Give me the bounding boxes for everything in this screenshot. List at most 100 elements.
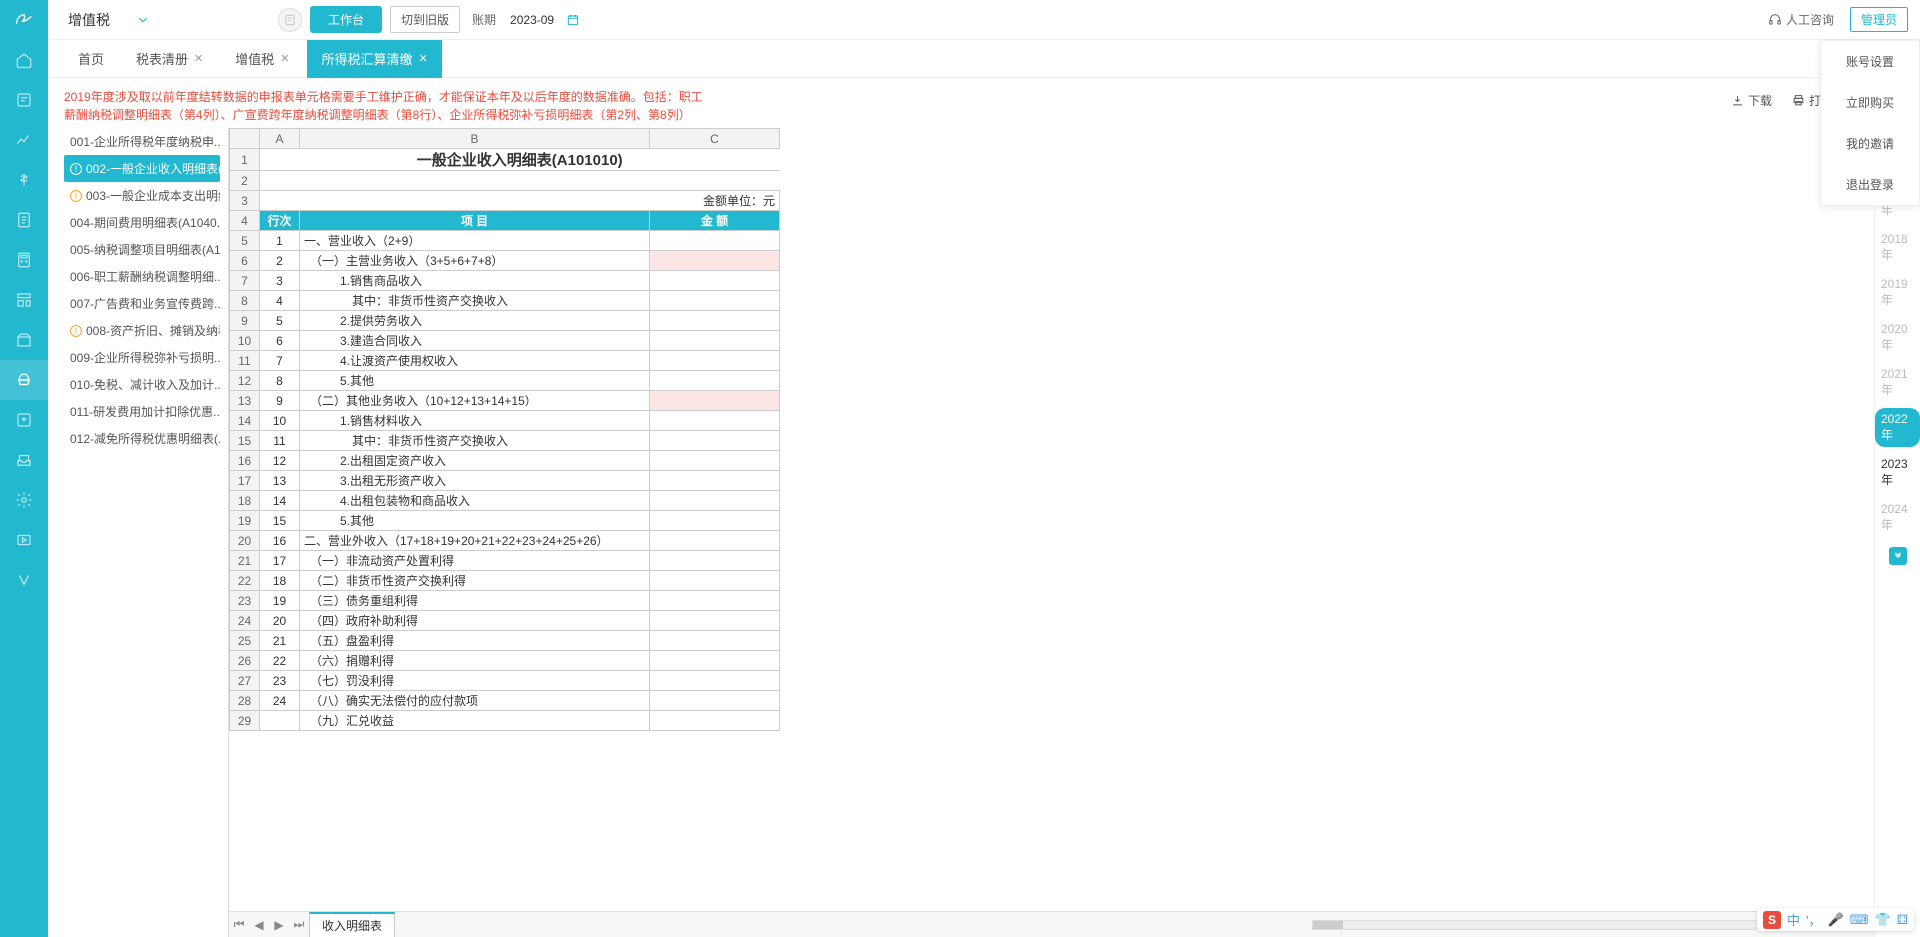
- line-number-cell[interactable]: 5: [260, 311, 300, 331]
- nav-inbox-icon[interactable]: [0, 440, 48, 480]
- year-item[interactable]: 2021年: [1875, 363, 1920, 402]
- sheet-nav-last-icon[interactable]: ⏭: [289, 917, 309, 932]
- row-header[interactable]: 5: [230, 231, 260, 251]
- line-number-cell[interactable]: 23: [260, 671, 300, 691]
- amount-cell[interactable]: [650, 691, 780, 711]
- consult-link[interactable]: 人工咨询: [1760, 7, 1842, 32]
- year-more-icon[interactable]: [1889, 547, 1907, 565]
- item-cell[interactable]: （九）汇兑收益: [300, 711, 650, 731]
- form-list-item[interactable]: 006-职工薪酬纳税调整明细...: [64, 263, 220, 290]
- item-cell[interactable]: （五）盘盈利得: [300, 631, 650, 651]
- item-cell[interactable]: （四）政府补助利得: [300, 611, 650, 631]
- amount-cell[interactable]: [650, 511, 780, 531]
- amount-cell[interactable]: [650, 651, 780, 671]
- row-header[interactable]: 27: [230, 671, 260, 691]
- ime-bar[interactable]: S 中 '， 🎤 ⌨ 👕 ⚃: [1757, 908, 1914, 931]
- item-cell[interactable]: （二）非货币性资产交换利得: [300, 571, 650, 591]
- row-header[interactable]: 13: [230, 391, 260, 411]
- row-header[interactable]: 14: [230, 411, 260, 431]
- nav-box-icon[interactable]: [0, 320, 48, 360]
- form-list-item[interactable]: !008-资产折旧、摊销及纳税...: [64, 317, 220, 344]
- form-list-item[interactable]: 010-免税、减计收入及加计...: [64, 371, 220, 398]
- form-list-item[interactable]: 011-研发费用加计扣除优惠...: [64, 398, 220, 425]
- nav-home-icon[interactable]: [0, 40, 48, 80]
- column-header[interactable]: C: [650, 129, 780, 149]
- admin-button[interactable]: 管理员: [1850, 7, 1908, 32]
- form-list-item[interactable]: 009-企业所得税弥补亏损明...: [64, 344, 220, 371]
- nav-ledger-icon[interactable]: [0, 80, 48, 120]
- amount-cell[interactable]: [650, 331, 780, 351]
- page-tab[interactable]: 税表清册✕: [122, 40, 217, 78]
- item-cell[interactable]: 5.其他: [300, 511, 650, 531]
- line-number-cell[interactable]: 4: [260, 291, 300, 311]
- admin-menu-item[interactable]: 账号设置: [1821, 41, 1919, 82]
- form-list-item[interactable]: 007-广告费和业务宣传费跨...: [64, 290, 220, 317]
- item-cell[interactable]: 3.建造合同收入: [300, 331, 650, 351]
- amount-cell[interactable]: [650, 531, 780, 551]
- year-item[interactable]: 2020年: [1875, 318, 1920, 357]
- nav-template-icon[interactable]: [0, 280, 48, 320]
- line-number-cell[interactable]: 16: [260, 531, 300, 551]
- line-number-cell[interactable]: 6: [260, 331, 300, 351]
- row-header[interactable]: 20: [230, 531, 260, 551]
- switch-old-button[interactable]: 切到旧版: [390, 6, 460, 33]
- item-cell[interactable]: 2.出租固定资产收入: [300, 451, 650, 471]
- row-header[interactable]: 17: [230, 471, 260, 491]
- row-header[interactable]: 11: [230, 351, 260, 371]
- row-header[interactable]: 15: [230, 431, 260, 451]
- amount-cell[interactable]: [650, 591, 780, 611]
- item-cell[interactable]: 3.出租无形资产收入: [300, 471, 650, 491]
- row-header[interactable]: 21: [230, 551, 260, 571]
- nav-doc-icon[interactable]: [0, 200, 48, 240]
- row-header[interactable]: 3: [230, 191, 260, 211]
- form-list-item[interactable]: 001-企业所得税年度纳税申...: [64, 128, 220, 155]
- year-item[interactable]: 2022年: [1875, 408, 1920, 447]
- sheet-nav-prev-icon[interactable]: ◀: [249, 918, 269, 932]
- line-number-cell[interactable]: 14: [260, 491, 300, 511]
- item-cell[interactable]: 其中：非货币性资产交换收入: [300, 431, 650, 451]
- year-item[interactable]: 2019年: [1875, 273, 1920, 312]
- amount-cell[interactable]: [650, 231, 780, 251]
- history-icon[interactable]: [278, 8, 302, 32]
- amount-cell[interactable]: [650, 711, 780, 731]
- amount-cell[interactable]: [650, 671, 780, 691]
- line-number-cell[interactable]: 1: [260, 231, 300, 251]
- row-header[interactable]: 22: [230, 571, 260, 591]
- item-cell[interactable]: （一）非流动资产处置利得: [300, 551, 650, 571]
- row-header[interactable]: 25: [230, 631, 260, 651]
- item-cell[interactable]: 一、营业收入（2+9）: [300, 231, 650, 251]
- nav-tax-icon[interactable]: [0, 360, 48, 400]
- item-cell[interactable]: （八）确实无法偿付的应付款项: [300, 691, 650, 711]
- item-cell[interactable]: （三）债务重组利得: [300, 591, 650, 611]
- row-header[interactable]: 6: [230, 251, 260, 271]
- item-cell[interactable]: 二、营业外收入（17+18+19+20+21+22+23+24+25+26）: [300, 531, 650, 551]
- line-number-cell[interactable]: 22: [260, 651, 300, 671]
- row-header[interactable]: 26: [230, 651, 260, 671]
- line-number-cell[interactable]: 13: [260, 471, 300, 491]
- close-icon[interactable]: ✕: [419, 52, 428, 65]
- form-list-item[interactable]: !002-一般企业收入明细表(A1...: [64, 155, 220, 182]
- amount-cell[interactable]: [650, 451, 780, 471]
- nav-chart-icon[interactable]: [0, 120, 48, 160]
- row-header[interactable]: 18: [230, 491, 260, 511]
- item-cell[interactable]: （六）捐赠利得: [300, 651, 650, 671]
- line-number-cell[interactable]: 10: [260, 411, 300, 431]
- column-header[interactable]: B: [300, 129, 650, 149]
- row-header[interactable]: 29: [230, 711, 260, 731]
- admin-menu-item[interactable]: 我的邀请: [1821, 123, 1919, 164]
- workspace-button[interactable]: 工作台: [310, 6, 382, 33]
- line-number-cell[interactable]: 15: [260, 511, 300, 531]
- line-number-cell[interactable]: 24: [260, 691, 300, 711]
- row-header[interactable]: 23: [230, 591, 260, 611]
- chevron-down-icon[interactable]: [136, 13, 150, 27]
- amount-cell[interactable]: [650, 611, 780, 631]
- amount-cell[interactable]: [650, 631, 780, 651]
- row-header[interactable]: 10: [230, 331, 260, 351]
- form-list-item[interactable]: !003-一般企业成本支出明细...: [64, 182, 220, 209]
- row-header[interactable]: 19: [230, 511, 260, 531]
- amount-cell[interactable]: [650, 251, 780, 271]
- page-tab[interactable]: 首页: [64, 40, 118, 78]
- line-number-cell[interactable]: 19: [260, 591, 300, 611]
- horizontal-scrollbar[interactable]: [395, 920, 1920, 930]
- amount-cell[interactable]: [650, 471, 780, 491]
